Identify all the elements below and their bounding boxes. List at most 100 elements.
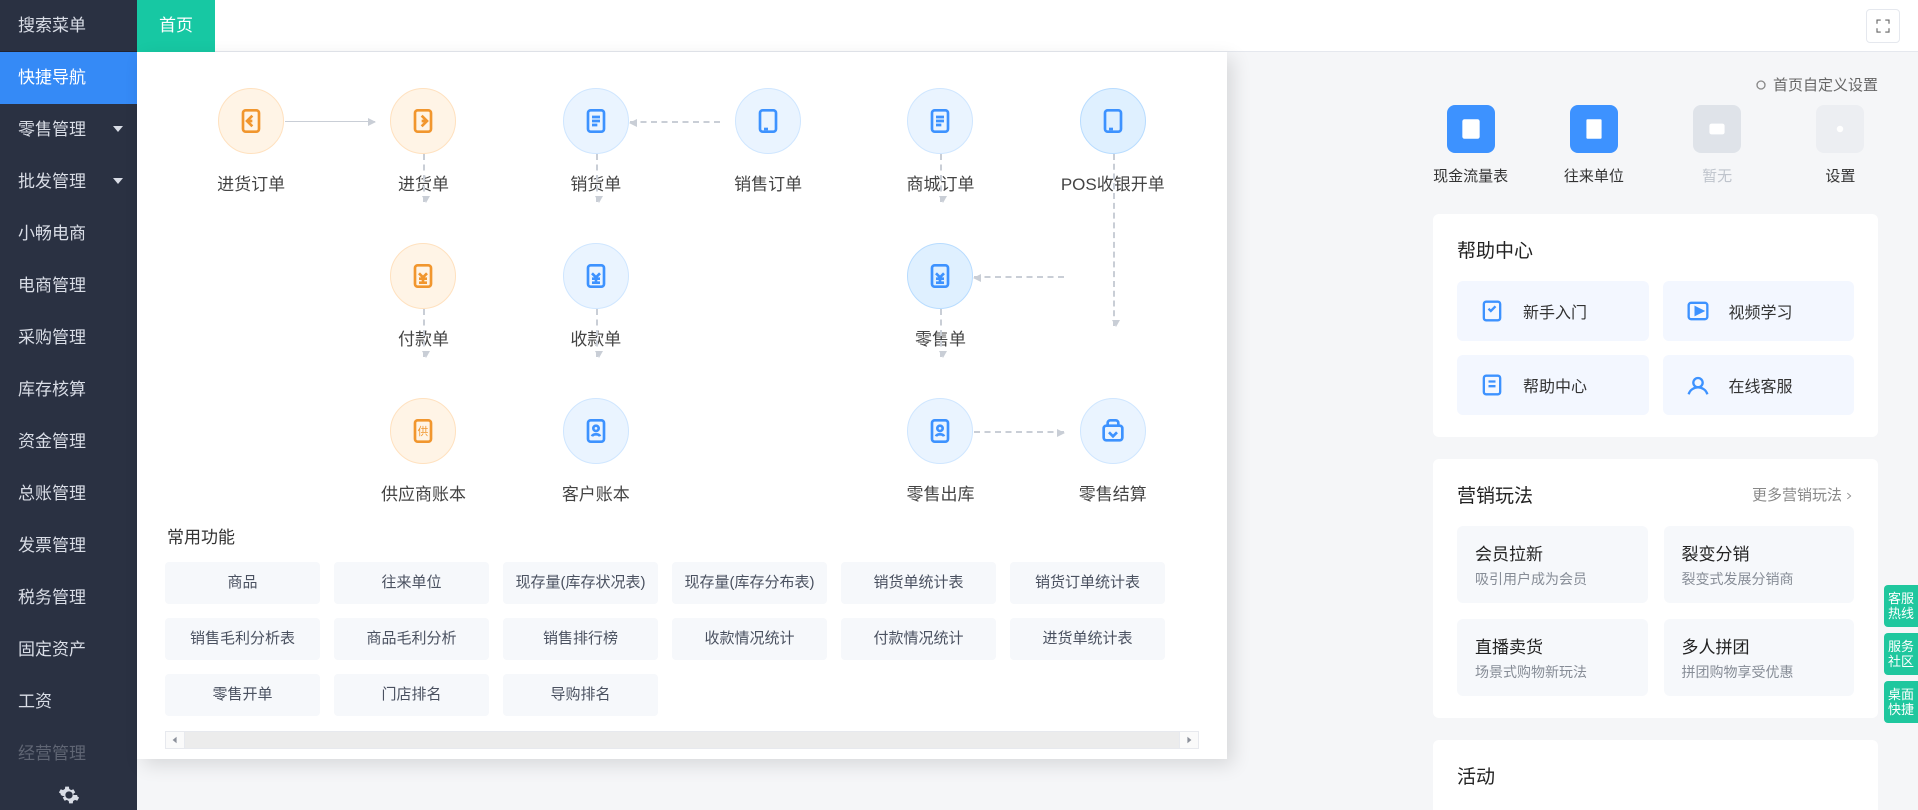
sidebar-item-salary[interactable]: 工资 [0, 676, 137, 728]
help-newbie[interactable]: 新手入门 [1457, 281, 1649, 341]
flow-retail-settle[interactable]: 零售结算 [1027, 398, 1199, 505]
help-center[interactable]: 帮助中心 [1457, 355, 1649, 415]
flow-sales-order[interactable]: 销售订单 [682, 88, 854, 195]
func-retail-open[interactable]: 零售开单 [165, 674, 320, 716]
scroll-right-button[interactable] [1180, 732, 1198, 748]
sidebar-item-label: 批发管理 [18, 172, 86, 191]
mkt-live[interactable]: 直播卖货场景式购物新玩法 [1457, 619, 1648, 696]
horizontal-scrollbar[interactable] [165, 731, 1199, 749]
arrow-down-icon [423, 309, 425, 357]
shortcut-contacts[interactable]: 往来单位 [1556, 105, 1631, 186]
func-contacts[interactable]: 往来单位 [334, 562, 489, 604]
sidebar-search[interactable]: 搜索菜单 [0, 0, 137, 52]
sidebar-item-quicknav[interactable]: 快捷导航 [0, 52, 137, 104]
shortcut-label: 暂无 [1680, 165, 1755, 186]
mkt-sub: 拼团购物享受优惠 [1682, 662, 1837, 682]
scroll-track[interactable] [184, 732, 1180, 748]
sidebar-item-asset[interactable]: 固定资产 [0, 624, 137, 676]
sidebar-item-management[interactable]: 经营管理 [0, 728, 137, 780]
flow-purchase-bill[interactable]: 进货单 [337, 88, 509, 195]
func-sales-rank[interactable]: 销售排行榜 [503, 618, 658, 660]
help-item-label: 视频学习 [1729, 299, 1793, 323]
sidebar-item-retail[interactable]: 零售管理 [0, 104, 137, 156]
tabbar: 首页 [137, 0, 1918, 52]
sidebar-item-tax[interactable]: 税务管理 [0, 572, 137, 624]
doc-icon [1080, 88, 1146, 154]
func-stock-status[interactable]: 现存量(库存状况表) [503, 562, 658, 604]
help-item-label: 在线客服 [1729, 373, 1793, 397]
func-sales-stat[interactable]: 销货单统计表 [841, 562, 996, 604]
outstock-icon [907, 398, 973, 464]
shortcut-cashflow[interactable]: 现金流量表 [1433, 105, 1508, 186]
marketing-more-link[interactable]: 更多营销玩法 [1752, 484, 1854, 505]
flow-sales-bill[interactable]: 销货单 [510, 88, 682, 195]
func-product[interactable]: 商品 [165, 562, 320, 604]
flow-label: 进货订单 [165, 170, 337, 195]
panel-title: 帮助中心 [1457, 236, 1854, 263]
shortcut-label: 往来单位 [1556, 165, 1631, 186]
shortcut-row: 现金流量表 往来单位 暂无 设置 [1433, 105, 1878, 186]
shortcut-label: 现金流量表 [1433, 165, 1508, 186]
flow-label: 供应商账本 [337, 480, 509, 505]
common-functions-title: 常用功能 [167, 523, 1199, 548]
chevron-right-icon [1844, 491, 1854, 501]
tab-home[interactable]: 首页 [137, 0, 215, 52]
sidebar-item-ledger[interactable]: 总账管理 [0, 468, 137, 520]
flow-retail-bill[interactable]: 零售单 [854, 243, 1026, 350]
func-purchase-stat[interactable]: 进货单统计表 [1010, 618, 1165, 660]
sidebar-settings[interactable] [0, 780, 137, 810]
mkt-member[interactable]: 会员拉新吸引用户成为会员 [1457, 526, 1648, 603]
flow-customer-ledger[interactable]: 客户账本 [510, 398, 682, 505]
flow-mall-order[interactable]: 商城订单 [854, 88, 1026, 195]
func-guide-rank[interactable]: 导购排名 [503, 674, 658, 716]
document-icon [1475, 368, 1509, 402]
sidebar-item-invoice[interactable]: 发票管理 [0, 520, 137, 572]
flow-pos-open[interactable]: POS收银开单 [1027, 88, 1199, 195]
scroll-left-button[interactable] [166, 732, 184, 748]
fullscreen-icon [1874, 17, 1892, 35]
shortcut-settings[interactable]: 设置 [1803, 105, 1878, 186]
mkt-fission[interactable]: 裂变分销裂变式发展分销商 [1664, 526, 1855, 603]
func-product-profit[interactable]: 商品毛利分析 [334, 618, 489, 660]
home-custom-settings[interactable]: 首页自定义设置 [1433, 74, 1878, 95]
fullscreen-button[interactable] [1866, 9, 1900, 43]
arrow-down-icon [1113, 154, 1115, 326]
panel-title: 营销玩法 [1457, 481, 1533, 508]
sidebar-item-inventory[interactable]: 库存核算 [0, 364, 137, 416]
sidebar-item-wholesale[interactable]: 批发管理 [0, 156, 137, 208]
flow-supplier-ledger[interactable]: 供 供应商账本 [337, 398, 509, 505]
func-sales-profit[interactable]: 销售毛利分析表 [165, 618, 320, 660]
building-icon [1570, 105, 1618, 153]
sidebar-item-fund[interactable]: 资金管理 [0, 416, 137, 468]
float-service-hotline[interactable]: 客服热线 [1884, 585, 1918, 627]
func-stock-dist[interactable]: 现存量(库存分布表) [672, 562, 827, 604]
mkt-sub: 场景式购物新玩法 [1475, 662, 1630, 682]
sidebar: 搜索菜单 快捷导航 零售管理 批发管理 小畅电商 电商管理 采购管理 库存核算 … [0, 0, 137, 810]
mkt-group[interactable]: 多人拼团拼团购物享受优惠 [1664, 619, 1855, 696]
help-service[interactable]: 在线客服 [1663, 355, 1855, 415]
sidebar-item-ecommerce[interactable]: 电商管理 [0, 260, 137, 312]
triangle-right-icon [1185, 736, 1193, 744]
func-store-rank[interactable]: 门店排名 [334, 674, 489, 716]
list-icon [907, 88, 973, 154]
flow-label: 销售订单 [682, 170, 854, 195]
flow-purchase-order[interactable]: 进货订单 [165, 88, 337, 195]
float-tags: 客服热线 服务社区 桌面快捷 [1884, 585, 1918, 729]
func-salesorder-stat[interactable]: 销货订单统计表 [1010, 562, 1165, 604]
arrow-down-icon [940, 309, 942, 357]
float-community[interactable]: 服务社区 [1884, 633, 1918, 675]
sidebar-item-xiaochang[interactable]: 小畅电商 [0, 208, 137, 260]
float-desktop-shortcut[interactable]: 桌面快捷 [1884, 681, 1918, 723]
func-payment-stat[interactable]: 付款情况统计 [841, 618, 996, 660]
money-icon [390, 243, 456, 309]
customer-icon [563, 398, 629, 464]
checklist-icon [1475, 294, 1509, 328]
doc-out-icon [390, 88, 456, 154]
flow-payment[interactable]: 付款单 [337, 243, 509, 350]
flow-retail-out[interactable]: 零售出库 [854, 398, 1026, 505]
marketing-panel: 营销玩法 更多营销玩法 会员拉新吸引用户成为会员 裂变分销裂变式发展分销商 直播… [1433, 459, 1878, 718]
sidebar-item-purchase[interactable]: 采购管理 [0, 312, 137, 364]
flow-receipt[interactable]: 收款单 [510, 243, 682, 350]
func-receipt-stat[interactable]: 收款情况统计 [672, 618, 827, 660]
help-video[interactable]: 视频学习 [1663, 281, 1855, 341]
